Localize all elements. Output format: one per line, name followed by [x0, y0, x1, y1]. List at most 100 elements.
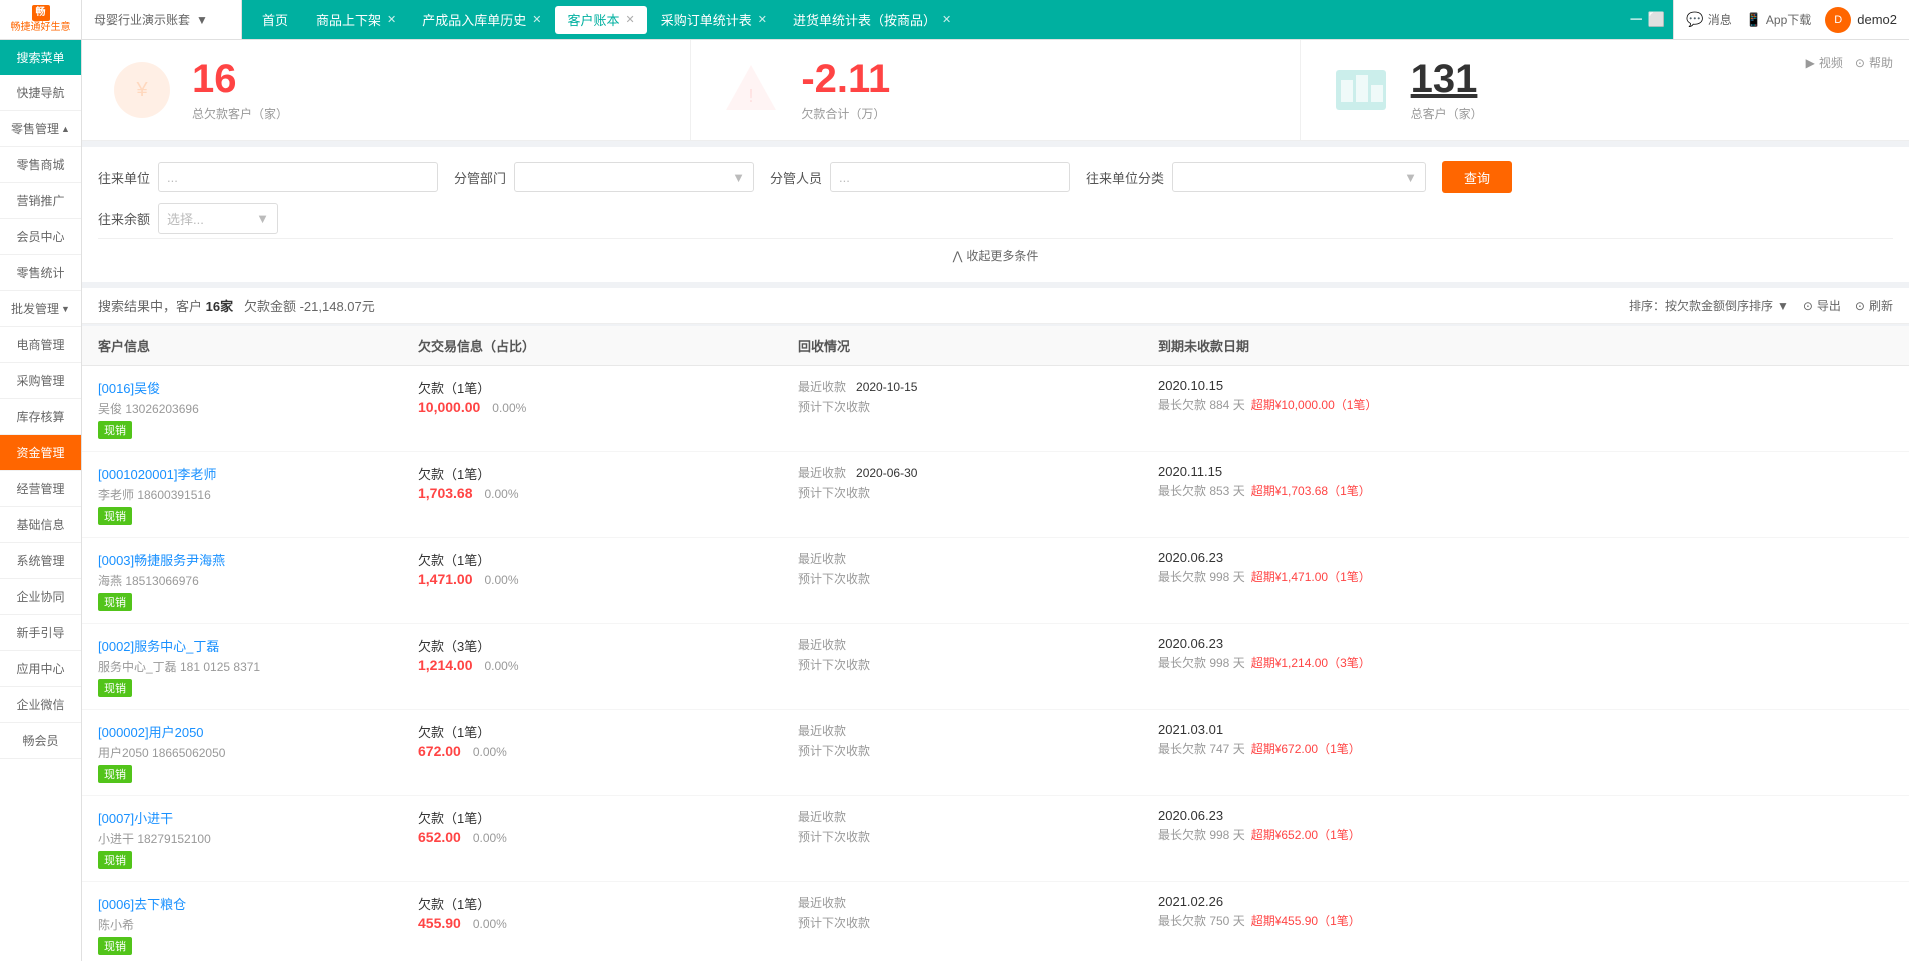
- last-collection: 最近收款: [798, 808, 1158, 825]
- tab-product-inbound[interactable]: 产成品入库单历史 ✕: [410, 6, 553, 34]
- overdue-days: 最长欠款 747 天: [1158, 740, 1245, 757]
- sidebar-item-enterprise-wechat[interactable]: 企业微信: [0, 687, 81, 723]
- dept-dropdown-icon: ▼: [732, 170, 745, 185]
- customer-name-link[interactable]: [0006]去下粮仓: [98, 897, 186, 912]
- collapse-label: 收起更多条件: [966, 247, 1038, 264]
- tab-customer-account[interactable]: 客户账本 ✕: [555, 6, 646, 34]
- overdue-link[interactable]: 超期¥1,214.00（3笔）: [1251, 654, 1371, 671]
- retail-stat-label: 零售统计: [16, 266, 64, 280]
- overdue-info: 最长欠款 853 天 超期¥1,703.68（1笔）: [1158, 482, 1893, 499]
- tab-product-inbound-close[interactable]: ✕: [532, 13, 541, 26]
- tab-product-offshelf-close[interactable]: ✕: [387, 13, 396, 26]
- tab-inbound-stat-close[interactable]: ✕: [942, 13, 951, 26]
- sidebar-item-retail-mall[interactable]: 零售商城: [0, 147, 81, 183]
- sidebar-item-batch-mgmt[interactable]: 批发管理 ▼: [0, 291, 81, 327]
- search-menu[interactable]: 搜索菜单: [0, 40, 81, 75]
- last-collection: 最近收款 2020-10-15: [798, 378, 1158, 395]
- sidebar-item-app-center[interactable]: 应用中心: [0, 651, 81, 687]
- sort-label: 排序：按欠款金额倒序排序: [1629, 297, 1773, 314]
- sidebar-item-basic-info[interactable]: 基础信息: [0, 507, 81, 543]
- message-icon: 💬: [1686, 11, 1703, 28]
- vip-label: 畅会员: [22, 734, 58, 748]
- last-collection: 最近收款: [798, 636, 1158, 653]
- customer-phone: 陈小希: [98, 916, 418, 933]
- overdue-link[interactable]: 超期¥652.00（1笔）: [1251, 826, 1361, 843]
- sidebar-item-enterprise-collab[interactable]: 企业协同: [0, 579, 81, 615]
- customer-name-link[interactable]: [0016]吴俊: [98, 381, 160, 396]
- query-button[interactable]: 查询: [1442, 161, 1512, 193]
- customer-name-link[interactable]: [0003]畅捷服务尹海燕: [98, 553, 225, 568]
- user-avatar[interactable]: D demo2: [1825, 7, 1897, 33]
- last-collection: 最近收款: [798, 894, 1158, 911]
- next-collection: 预计下次收款: [798, 484, 1158, 501]
- table-row: [000002]用户2050 用户2050 18665062050 现销 欠款（…: [82, 710, 1909, 796]
- quick-nav[interactable]: 快捷导航: [0, 75, 81, 111]
- overdue-link[interactable]: 超期¥1,471.00（1笔）: [1251, 568, 1371, 585]
- sidebar-item-purchase[interactable]: 采购管理: [0, 363, 81, 399]
- export-btn[interactable]: ⊙ 导出: [1803, 297, 1841, 314]
- table-row: [0002]服务中心_丁磊 服务中心_丁磊 181 0125 8371 现销 欠…: [82, 624, 1909, 710]
- stat-value-debt-customers: 16: [192, 59, 288, 99]
- export-label: 导出: [1817, 297, 1841, 314]
- sidebar-item-newbie[interactable]: 新手引导: [0, 615, 81, 651]
- customer-name-link[interactable]: [000002]用户2050: [98, 725, 204, 740]
- debt-row: 652.00 0.00%: [418, 829, 798, 845]
- debt-percent: 0.00%: [485, 487, 519, 501]
- customer-info-cell: [0007]小进干 小进干 18279152100 现销: [98, 808, 418, 869]
- table-row: [0016]吴俊 吴俊 13026203696 现销 欠款（1笔） 10,000…: [82, 366, 1909, 452]
- debt-value: -21,148.07元: [300, 299, 375, 314]
- result-actions: 排序：按欠款金额倒序排序 ▼ ⊙ 导出 ⊙ 刷新: [1629, 297, 1893, 314]
- unit-category-select[interactable]: ▼: [1172, 162, 1426, 192]
- customer-name-link[interactable]: [0001020001]李老师: [98, 467, 217, 482]
- sidebar-item-inventory[interactable]: 库存核算: [0, 399, 81, 435]
- sidebar-item-ecommerce[interactable]: 电商管理: [0, 327, 81, 363]
- customer-table: 客户信息 欠交易信息（占比） 回收情况 到期未收款日期 [0016]吴俊 吴俊 …: [82, 326, 1909, 961]
- sidebar-item-retail-stat[interactable]: 零售统计: [0, 255, 81, 291]
- sidebar-item-vip[interactable]: 畅会员: [0, 723, 81, 759]
- debt-info-cell: 欠款（1笔） 672.00 0.00%: [418, 722, 798, 759]
- tab-inbound-stat[interactable]: 进货单统计表（按商品） ✕: [781, 6, 963, 34]
- sidebar-item-retail-mgmt[interactable]: 零售管理 ▲: [0, 111, 81, 147]
- debt-count: 欠款（3笔）: [418, 636, 798, 655]
- window-minimize[interactable]: ─: [1630, 11, 1641, 29]
- from-unit-input[interactable]: ...: [158, 162, 438, 192]
- help-btn[interactable]: ⊙ 帮助: [1855, 54, 1893, 71]
- tab-purchase-order-close[interactable]: ✕: [758, 13, 767, 26]
- overdue-link[interactable]: 超期¥1,703.68（1笔）: [1251, 482, 1371, 499]
- window-maximize[interactable]: ⬜: [1648, 11, 1665, 28]
- view-btn[interactable]: ▶ 视频: [1806, 54, 1843, 71]
- app-download-btn[interactable]: 📱 App下载: [1746, 11, 1812, 28]
- sidebar-item-finance[interactable]: 资金管理: [0, 435, 81, 471]
- overdue-link[interactable]: 超期¥455.90（1笔）: [1251, 912, 1361, 929]
- account-selector[interactable]: 母婴行业演示账套 ▼: [82, 0, 242, 39]
- sidebar-item-sys-mgmt[interactable]: 系统管理: [0, 543, 81, 579]
- customer-name-link[interactable]: [0002]服务中心_丁磊: [98, 639, 219, 654]
- recovery-cell: 最近收款 预计下次收款: [798, 550, 1158, 587]
- overdue-info: 最长欠款 750 天 超期¥455.90（1笔）: [1158, 912, 1893, 929]
- tab-purchase-order[interactable]: 采购订单统计表 ✕: [649, 6, 779, 34]
- dept-select[interactable]: ▼: [514, 162, 754, 192]
- tab-home[interactable]: 首页: [248, 6, 302, 34]
- tab-customer-account-close[interactable]: ✕: [626, 13, 635, 26]
- overdue-link[interactable]: 超期¥672.00（1笔）: [1251, 740, 1361, 757]
- refresh-btn[interactable]: ⊙ 刷新: [1855, 297, 1893, 314]
- collapse-btn[interactable]: ⋀ 收起更多条件: [941, 243, 1051, 268]
- due-date: 2020.06.23: [1158, 550, 1893, 565]
- member-label: 会员中心: [16, 230, 64, 244]
- tab-product-offshelf[interactable]: 商品上下架 ✕: [304, 6, 408, 34]
- sidebar-item-member[interactable]: 会员中心: [0, 219, 81, 255]
- overdue-link[interactable]: 超期¥10,000.00（1笔）: [1251, 396, 1378, 413]
- purchase-label: 采购管理: [16, 374, 64, 388]
- svg-text:¥: ¥: [135, 79, 148, 101]
- overdue-days: 最长欠款 998 天: [1158, 568, 1245, 585]
- sidebar-item-marketing[interactable]: 营销推广: [0, 183, 81, 219]
- result-summary: 搜索结果中，客户 16家 欠款金额 -21,148.07元: [98, 296, 375, 315]
- customer-name-link[interactable]: [0007]小进干: [98, 811, 173, 826]
- balance-select[interactable]: 选择... ▼: [158, 203, 278, 234]
- sidebar-item-ops[interactable]: 经营管理: [0, 471, 81, 507]
- col-header-recovery: 回收情况: [798, 336, 1158, 355]
- message-btn[interactable]: 💬 消息: [1686, 11, 1731, 28]
- manager-input[interactable]: ...: [830, 162, 1070, 192]
- sort-selector[interactable]: 排序：按欠款金额倒序排序 ▼: [1629, 297, 1789, 314]
- filter-row-1: 往来单位 ... 分管部门 ▼ 分管人员 ...: [98, 161, 1893, 193]
